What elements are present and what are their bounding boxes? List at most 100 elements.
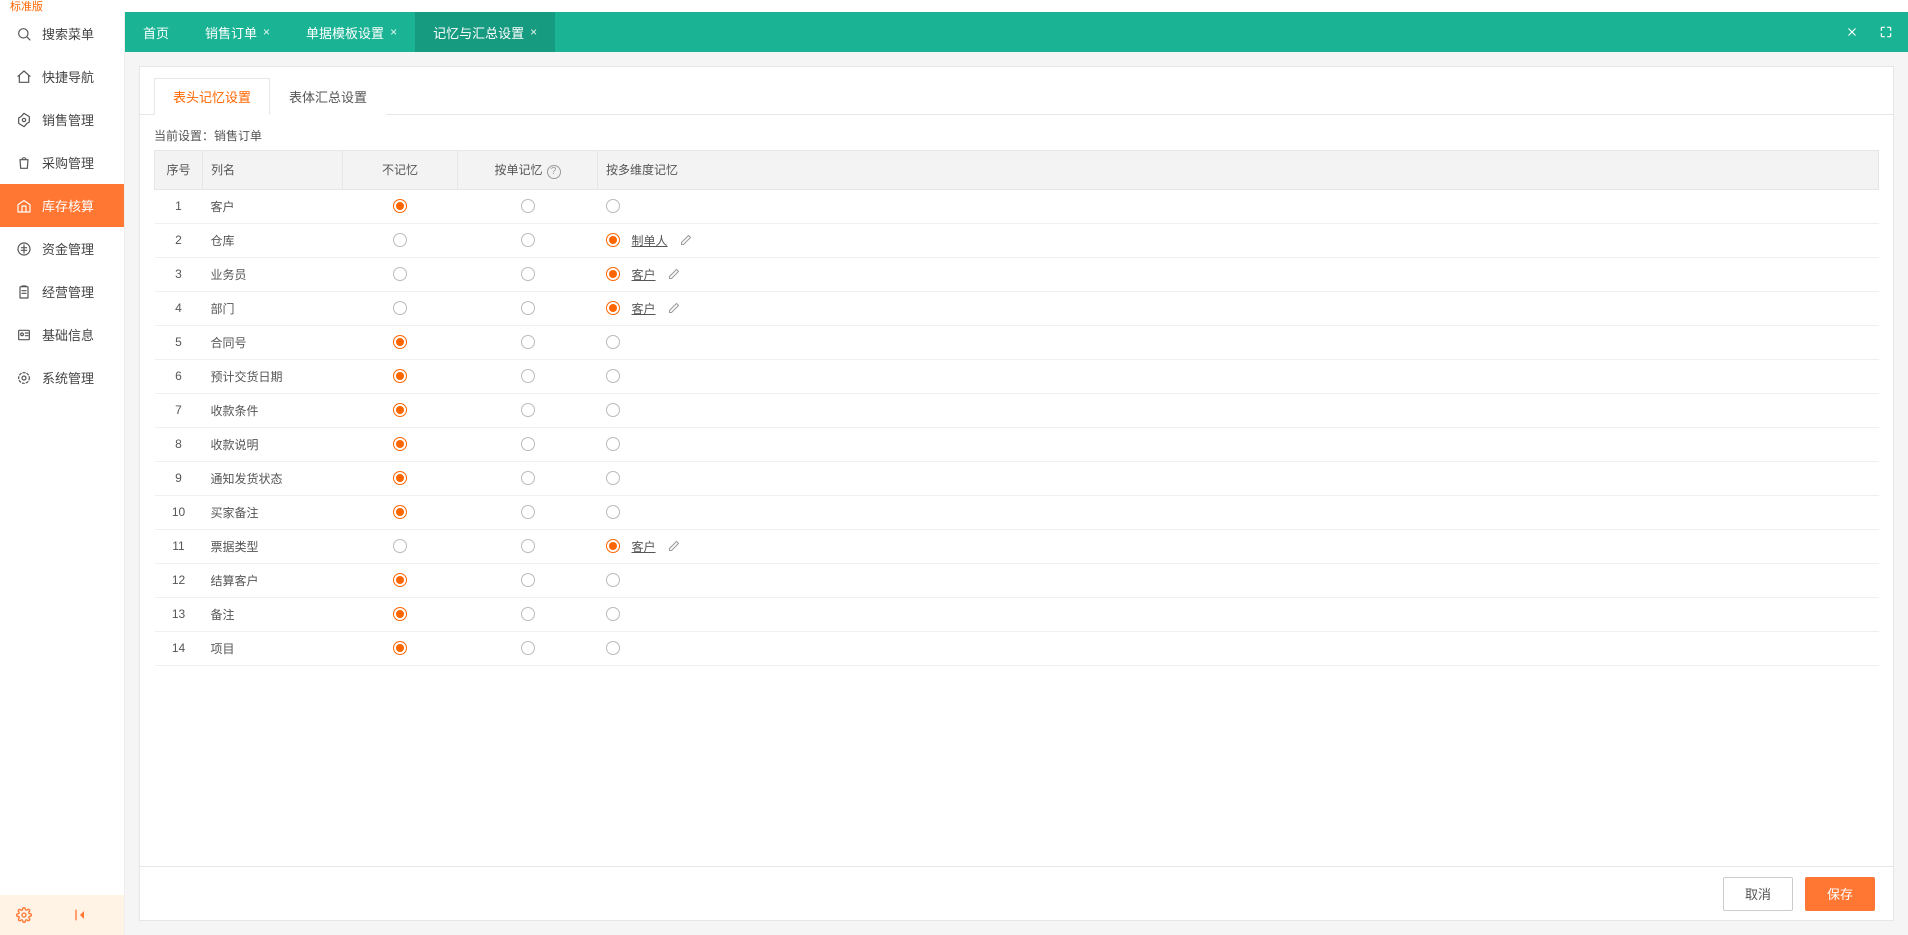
cell-seq: 11: [155, 529, 203, 563]
radio-no_memory[interactable]: [393, 403, 407, 417]
cell-name: 预计交货日期: [203, 359, 343, 393]
sidebar-item-label: 系统管理: [42, 368, 94, 387]
radio-by_multi[interactable]: [606, 573, 620, 587]
radio-by_multi[interactable]: [606, 233, 620, 247]
edit-icon[interactable]: [680, 234, 692, 246]
radio-by_multi[interactable]: [606, 607, 620, 621]
radio-by_order[interactable]: [521, 403, 535, 417]
bag-icon: [16, 155, 32, 171]
multidim-link[interactable]: 制单人: [632, 232, 668, 249]
cell-seq: 5: [155, 325, 203, 359]
current-setting-label: 当前设置：销售订单: [140, 115, 1893, 150]
sidebar-item-label: 资金管理: [42, 239, 94, 258]
radio-by_multi[interactable]: [606, 369, 620, 383]
tab-3[interactable]: 记忆与汇总设置 ×: [415, 12, 555, 52]
radio-by_multi[interactable]: [606, 267, 620, 281]
inner-tab-0[interactable]: 表头记忆设置: [154, 78, 270, 115]
radio-by_multi[interactable]: [606, 199, 620, 213]
radio-by_multi[interactable]: [606, 505, 620, 519]
radio-by_order[interactable]: [521, 437, 535, 451]
radio-no_memory[interactable]: [393, 539, 407, 553]
cell-seq: 3: [155, 257, 203, 291]
close-icon[interactable]: ×: [390, 25, 397, 39]
sidebar-item-1[interactable]: 快捷导航: [0, 55, 124, 98]
close-icon[interactable]: ×: [263, 25, 270, 39]
cell-name: 票据类型: [203, 529, 343, 563]
radio-by_order[interactable]: [521, 369, 535, 383]
sidebar-item-8[interactable]: 系统管理: [0, 356, 124, 399]
radio-no_memory[interactable]: [393, 267, 407, 281]
col-header-seq: 序号: [155, 151, 203, 190]
radio-no_memory[interactable]: [393, 505, 407, 519]
inner-tab-1[interactable]: 表体汇总设置: [270, 78, 386, 115]
close-all-tabs-button[interactable]: [1838, 18, 1866, 46]
cell-name: 收款说明: [203, 427, 343, 461]
sidebar-item-4[interactable]: 库存核算: [0, 184, 124, 227]
radio-by_order[interactable]: [521, 335, 535, 349]
table-row: 10买家备注: [155, 495, 1879, 529]
fullscreen-button[interactable]: [1872, 18, 1900, 46]
radio-no_memory[interactable]: [393, 471, 407, 485]
sidebar-item-label: 基础信息: [42, 325, 94, 344]
cell-name: 客户: [203, 189, 343, 223]
edit-icon[interactable]: [668, 540, 680, 552]
radio-by_order[interactable]: [521, 199, 535, 213]
radio-by_multi[interactable]: [606, 471, 620, 485]
radio-by_multi[interactable]: [606, 641, 620, 655]
radio-by_order[interactable]: [521, 267, 535, 281]
radio-by_multi[interactable]: [606, 437, 620, 451]
radio-no_memory[interactable]: [393, 641, 407, 655]
sidebar-item-0[interactable]: 搜索菜单: [0, 12, 124, 55]
radio-by_order[interactable]: [521, 539, 535, 553]
sidebar-item-3[interactable]: 采购管理: [0, 141, 124, 184]
multidim-link[interactable]: 客户: [632, 300, 656, 317]
tab-0[interactable]: 首页: [125, 12, 187, 52]
radio-by_order[interactable]: [521, 471, 535, 485]
table-row: 5合同号: [155, 325, 1879, 359]
radio-no_memory[interactable]: [393, 607, 407, 621]
radio-by_multi[interactable]: [606, 301, 620, 315]
settings-icon[interactable]: [16, 907, 32, 923]
sidebar-item-7[interactable]: 基础信息: [0, 313, 124, 356]
cell-seq: 10: [155, 495, 203, 529]
multidim-link[interactable]: 客户: [632, 266, 656, 283]
radio-no_memory[interactable]: [393, 573, 407, 587]
radio-by_order[interactable]: [521, 607, 535, 621]
cell-name: 通知发货状态: [203, 461, 343, 495]
radio-by_order[interactable]: [521, 573, 535, 587]
radio-no_memory[interactable]: [393, 233, 407, 247]
radio-by_multi[interactable]: [606, 539, 620, 553]
help-icon[interactable]: ?: [547, 165, 561, 179]
tab-1[interactable]: 销售订单 ×: [187, 12, 288, 52]
radio-no_memory[interactable]: [393, 335, 407, 349]
sidebar-item-2[interactable]: 销售管理: [0, 98, 124, 141]
radio-no_memory[interactable]: [393, 301, 407, 315]
radio-by_order[interactable]: [521, 233, 535, 247]
sidebar-item-5[interactable]: 资金管理: [0, 227, 124, 270]
radio-by_multi[interactable]: [606, 403, 620, 417]
table-row: 1客户: [155, 189, 1879, 223]
save-button[interactable]: 保存: [1805, 877, 1875, 911]
radio-by_order[interactable]: [521, 301, 535, 315]
radio-by_multi[interactable]: [606, 335, 620, 349]
radio-no_memory[interactable]: [393, 437, 407, 451]
cell-seq: 9: [155, 461, 203, 495]
radio-by_order[interactable]: [521, 505, 535, 519]
cancel-button[interactable]: 取消: [1723, 877, 1793, 911]
edit-icon[interactable]: [668, 268, 680, 280]
sidebar-item-6[interactable]: 经营管理: [0, 270, 124, 313]
edit-icon[interactable]: [668, 302, 680, 314]
radio-by_order[interactable]: [521, 641, 535, 655]
radio-no_memory[interactable]: [393, 199, 407, 213]
collapse-icon[interactable]: [72, 907, 88, 923]
table-row: 6预计交货日期: [155, 359, 1879, 393]
close-icon[interactable]: ×: [530, 25, 537, 39]
radio-no_memory[interactable]: [393, 369, 407, 383]
multidim-link[interactable]: 客户: [632, 538, 656, 555]
tab-label: 销售订单: [205, 23, 257, 42]
cell-seq: 4: [155, 291, 203, 325]
tab-label: 记忆与汇总设置: [433, 23, 524, 42]
tab-label: 首页: [143, 23, 169, 42]
tab-2[interactable]: 单据模板设置×: [288, 12, 415, 52]
table-row: 14项目: [155, 631, 1879, 665]
